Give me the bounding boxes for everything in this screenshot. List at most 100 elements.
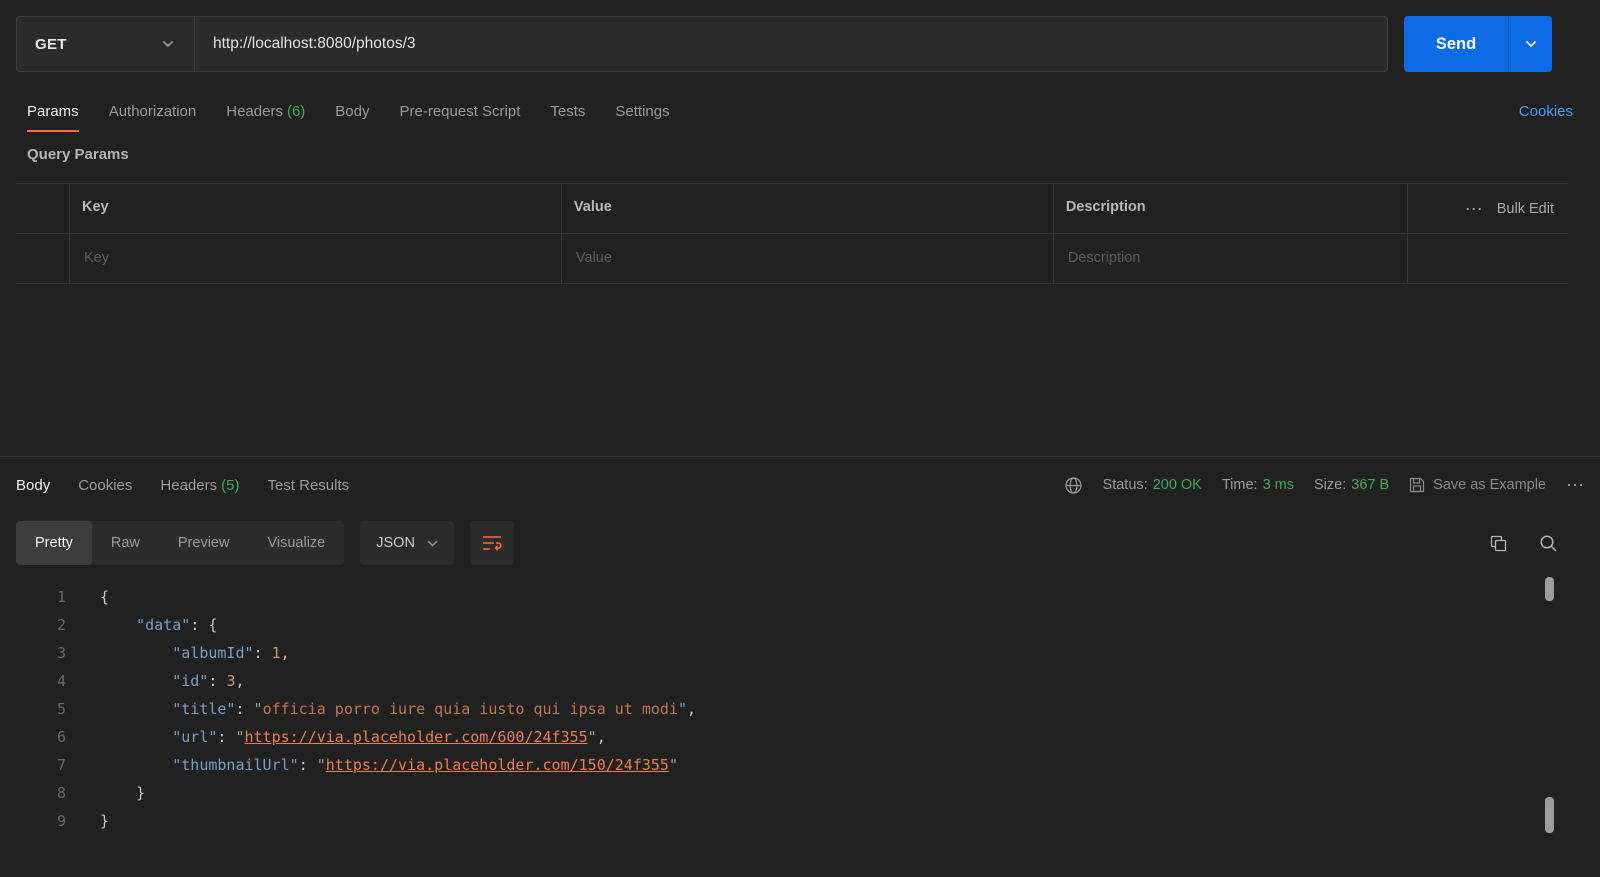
tab-pre-request-label: Pre-request Script — [399, 103, 521, 120]
code-token: , — [280, 644, 290, 662]
description-input[interactable] — [1065, 249, 1395, 267]
response-tab-test-results[interactable]: Test Results — [267, 477, 349, 494]
code-token: } — [136, 784, 146, 802]
response-tab-body[interactable]: Body — [16, 477, 50, 494]
tab-params-label: Params — [27, 103, 79, 120]
code-line: "url": "https://via.placeholder.com/600/… — [100, 723, 696, 751]
code-token: 1 — [271, 644, 281, 662]
code-token: "thumbnailUrl" — [172, 756, 299, 774]
row-gutter-cell — [16, 234, 70, 284]
text-wrap-icon — [482, 535, 502, 551]
query-params-title: Query Params — [27, 146, 129, 163]
response-tab-headers-label: Headers — [160, 476, 218, 494]
time-value: 3 ms — [1262, 477, 1294, 493]
tab-settings[interactable]: Settings — [615, 90, 669, 132]
code-token: : { — [190, 616, 218, 634]
copy-icon[interactable] — [1490, 535, 1507, 552]
column-header-description: Description — [1053, 184, 1408, 234]
text-wrap-button[interactable] — [469, 521, 514, 565]
url-input-wrap — [195, 17, 1387, 71]
code-token: , — [687, 700, 697, 718]
tab-body[interactable]: Body — [335, 90, 369, 132]
tab-tests-label: Tests — [550, 103, 586, 120]
line-number: 2 — [56, 616, 66, 634]
send-button-group: Send — [1404, 16, 1552, 72]
code-token: , — [596, 728, 606, 746]
line-number: 4 — [56, 672, 66, 690]
line-numbers: 1 2 3 4 5 6 7 8 9 — [0, 583, 70, 835]
value-input[interactable] — [573, 249, 1041, 267]
query-params-table: Key Value Description ⋯ Bulk Edit — [16, 183, 1568, 284]
table-actions-cell: ⋯ Bulk Edit — [1408, 184, 1568, 234]
status-label: Status: — [1102, 477, 1148, 493]
search-icon[interactable] — [1539, 534, 1558, 553]
description-cell — [1053, 234, 1408, 284]
view-preview-button[interactable]: Preview — [159, 521, 249, 565]
more-options-icon[interactable]: ⋯ — [1465, 200, 1483, 218]
code-token: " — [587, 728, 597, 746]
table-row — [16, 234, 1568, 284]
response-tab-headers[interactable]: Headers (5) — [160, 477, 239, 494]
response-tabs: Body Cookies Headers (5) Test Results Sta… — [0, 457, 1600, 513]
tab-tests[interactable]: Tests — [550, 90, 585, 132]
row-actions-cell — [1408, 234, 1568, 284]
line-number: 9 — [56, 812, 66, 830]
scrollbar-thumb[interactable] — [1545, 577, 1554, 601]
request-tabs: Params Authorization Headers (6) Body Pre… — [0, 88, 1600, 134]
code-line: { — [100, 583, 696, 611]
code-token: " — [253, 700, 263, 718]
code-token: "url" — [172, 728, 218, 746]
response-url-link[interactable]: https://via.placeholder.com/600/24f355 — [245, 728, 588, 746]
send-options-button[interactable] — [1508, 16, 1552, 72]
line-number: 3 — [56, 644, 66, 662]
send-button[interactable]: Send — [1404, 16, 1508, 72]
response-tab-cookies[interactable]: Cookies — [78, 477, 132, 494]
code-token: "albumId" — [172, 644, 254, 662]
save-as-example-label: Save as Example — [1433, 477, 1546, 493]
size-badge: Size: 367 B — [1314, 477, 1389, 493]
save-as-example-button[interactable]: Save as Example — [1409, 477, 1546, 493]
code-token: "id" — [172, 672, 209, 690]
response-url-link[interactable]: https://via.placeholder.com/150/24f355 — [326, 756, 669, 774]
code-token: "title" — [172, 700, 236, 718]
time-badge: Time: 3 ms — [1222, 477, 1294, 493]
view-visualize-button[interactable]: Visualize — [248, 521, 344, 565]
code-token: : — [298, 756, 317, 774]
tab-params[interactable]: Params — [27, 90, 79, 132]
scrollbar-thumb[interactable] — [1545, 797, 1554, 833]
view-raw-button[interactable]: Raw — [92, 521, 159, 565]
bulk-edit-button[interactable]: Bulk Edit — [1497, 201, 1554, 217]
code-token: " — [668, 756, 678, 774]
code-token: , — [235, 672, 245, 690]
view-pretty-button[interactable]: Pretty — [16, 521, 92, 565]
tab-headers[interactable]: Headers (6) — [226, 90, 305, 132]
code-line: "id": 3, — [100, 667, 696, 695]
code-line: "data": { — [100, 611, 696, 639]
response-tab-body-label: Body — [16, 476, 51, 494]
response-tab-cookies-label: Cookies — [78, 476, 133, 494]
response-tab-test-results-label: Test Results — [267, 476, 350, 494]
response-more-options-icon[interactable]: ⋯ — [1566, 476, 1584, 494]
url-bar: GET Send — [0, 0, 1600, 88]
code-line: "thumbnailUrl": "https://via.placeholder… — [100, 751, 696, 779]
language-select[interactable]: JSON — [360, 521, 454, 565]
url-input[interactable] — [211, 34, 1371, 54]
table-header-row: Key Value Description ⋯ Bulk Edit — [16, 184, 1568, 234]
cookies-link[interactable]: Cookies — [1519, 103, 1573, 120]
code-lines: { "data": { "albumId": 1, "id": 3, "titl… — [100, 583, 696, 835]
response-meta: Status: 200 OK Time: 3 ms Size: 367 B Save … — [1064, 476, 1584, 495]
method-select[interactable]: GET — [17, 17, 195, 71]
tab-authorization[interactable]: Authorization — [109, 90, 197, 132]
code-token: " — [235, 728, 245, 746]
tab-body-label: Body — [335, 103, 370, 120]
column-header-value: Value — [561, 184, 1054, 234]
code-token: : — [253, 644, 272, 662]
response-right-icons — [1490, 534, 1584, 553]
response-body-editor[interactable]: 1 2 3 4 5 6 7 8 9 { "data": { "albumId": 1, "id"… — [0, 573, 1600, 835]
status-badge: Status: 200 OK — [1103, 477, 1202, 493]
key-input[interactable] — [82, 249, 549, 267]
tab-pre-request-script[interactable]: Pre-request Script — [400, 90, 521, 132]
